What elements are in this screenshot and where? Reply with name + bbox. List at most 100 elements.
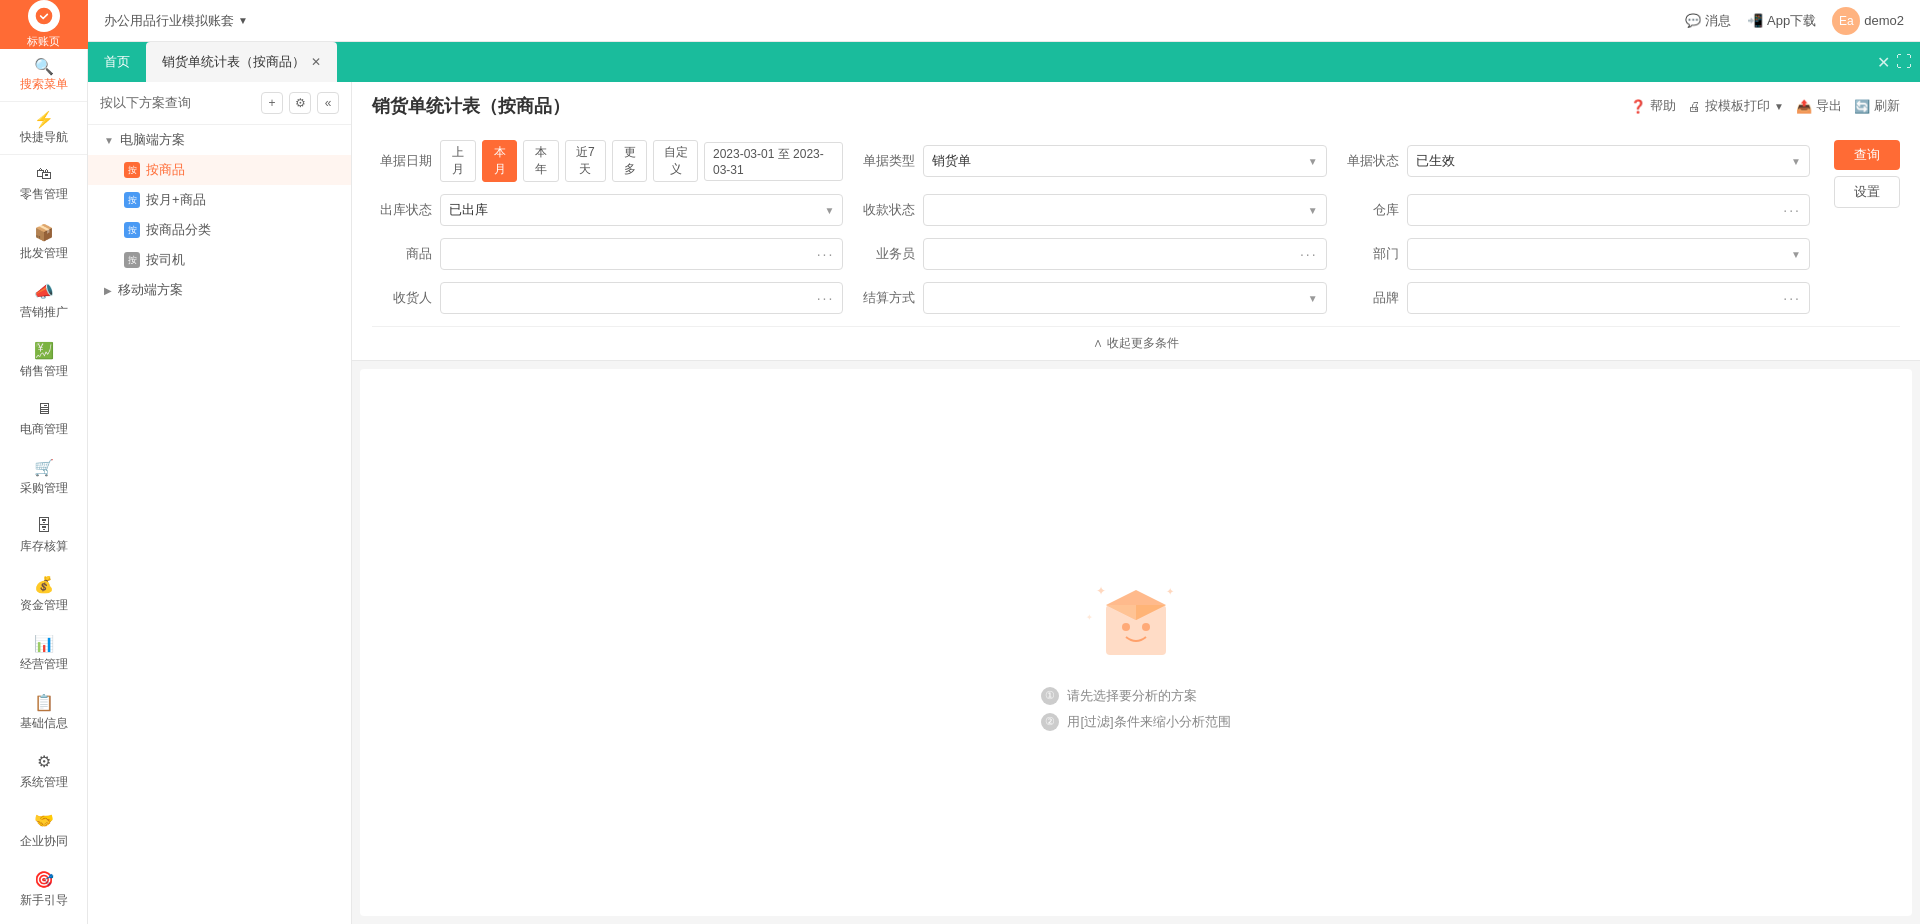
- main-area: 办公用品行业模拟账套 ▼ 💬 消息 📲 App下载 Ea demo2 首页: [88, 0, 1920, 924]
- left-panel: 按以下方案查询 + ⚙ « ▼ 电脑端方案 按 按商品 按 按月+商品: [88, 82, 352, 924]
- salesman-select[interactable]: ···: [923, 238, 1326, 270]
- svg-point-6: [1142, 623, 1150, 631]
- panel-add-icon[interactable]: +: [261, 92, 283, 114]
- tree-chevron-icon: ▼: [104, 135, 114, 146]
- workspace-selector[interactable]: 办公用品行业模拟账套 ▼: [104, 12, 248, 30]
- sidebar-item-search[interactable]: 🔍 搜索菜单: [0, 49, 87, 102]
- tree-section-mobile[interactable]: ▶ 移动端方案: [88, 275, 351, 305]
- order-status-caret-icon: ▼: [1791, 156, 1801, 167]
- stock-status-select[interactable]: 已出库 ▼: [440, 194, 843, 226]
- tab-controls: ✕ ⛶: [1877, 53, 1920, 72]
- user-menu[interactable]: Ea demo2: [1832, 7, 1904, 35]
- tab-report[interactable]: 销货单统计表（按商品） ✕: [146, 42, 337, 82]
- tabbar: 首页 销货单统计表（按商品） ✕ ✕ ⛶: [88, 42, 1920, 82]
- sidebar-item-newbie[interactable]: 🎯 新手引导: [0, 860, 87, 919]
- filter-col-date: 单据日期 上月 本月 本年 近7天 更多 自定义: [372, 140, 855, 182]
- help-icon: ❓: [1630, 99, 1646, 114]
- print-label: 按模板打印: [1705, 97, 1770, 115]
- date-btn-custom[interactable]: 自定义: [653, 140, 698, 182]
- sidebar-item-wholesale[interactable]: 📦 批发管理: [0, 213, 87, 272]
- panel-collapse-icon[interactable]: «: [317, 92, 339, 114]
- sidebar-item-inventory[interactable]: 🗄 库存核算: [0, 507, 87, 565]
- tab-close-icon[interactable]: ✕: [311, 55, 321, 69]
- tree-item-by-category[interactable]: 按 按商品分类: [88, 215, 351, 245]
- tree-item-by-driver[interactable]: 按 按司机: [88, 245, 351, 275]
- date-btn-7days[interactable]: 近7天: [565, 140, 606, 182]
- messages-button[interactable]: 💬 消息: [1685, 12, 1731, 30]
- salesman-label: 业务员: [855, 245, 923, 263]
- sidebar-item-purchase[interactable]: 🛒 采购管理: [0, 448, 87, 507]
- query-button[interactable]: 查询: [1834, 140, 1900, 170]
- sidebar-item-system[interactable]: ⚙ 系统管理: [0, 742, 87, 801]
- sidebar-item-retail[interactable]: 🛍 零售管理: [0, 155, 87, 213]
- empty-tip-1-text: 请先选择要分析的方案: [1067, 687, 1197, 705]
- filter-row-2: 出库状态 已出库 ▼ 收款状态: [372, 194, 1822, 226]
- collapse-icon: ∧: [1093, 336, 1106, 350]
- export-button[interactable]: 📤 导出: [1796, 97, 1842, 115]
- settlement-select[interactable]: ▼: [923, 282, 1326, 314]
- tab-home[interactable]: 首页: [88, 42, 146, 82]
- sidebar-item-quick-nav[interactable]: ⚡ 快捷导航: [0, 102, 87, 155]
- receiver-select[interactable]: ···: [440, 282, 843, 314]
- filter-col-settlement: 结算方式 ▼: [855, 282, 1338, 314]
- filter-row-3: 商品 ··· 业务员: [372, 238, 1822, 270]
- date-btn-this-month[interactable]: 本月: [482, 140, 518, 182]
- filter-col-payment-status: 收款状态 ▼: [855, 194, 1338, 226]
- date-btn-last-month[interactable]: 上月: [440, 140, 476, 182]
- page-title: 销货单统计表（按商品）: [372, 94, 570, 118]
- svg-text:✦: ✦: [1096, 584, 1106, 598]
- sidebar-item-sales[interactable]: 💹 销售管理: [0, 331, 87, 390]
- sidebar-item-enterprise[interactable]: 🤝 企业协同: [0, 801, 87, 860]
- badge-by-product: 按: [124, 162, 140, 178]
- department-caret-icon: ▼: [1791, 249, 1801, 260]
- receiver-dots-icon: ···: [817, 290, 835, 306]
- sidebar-item-marketing[interactable]: 📣 营销推广: [0, 272, 87, 331]
- sidebar-item-basic[interactable]: 📋 基础信息: [0, 683, 87, 742]
- app-download-button[interactable]: 📲 App下载: [1747, 12, 1816, 30]
- collapse-bar[interactable]: ∧ 收起更多条件: [372, 326, 1900, 360]
- order-type-caret-icon: ▼: [1308, 156, 1318, 167]
- warehouse-select[interactable]: ···: [1407, 194, 1810, 226]
- date-btn-this-year[interactable]: 本年: [523, 140, 559, 182]
- product-select[interactable]: ···: [440, 238, 843, 270]
- filter-main: 单据日期 上月 本月 本年 近7天 更多 自定义: [372, 140, 1822, 314]
- filter-col-salesman: 业务员 ···: [855, 238, 1338, 270]
- help-button[interactable]: ❓ 帮助: [1630, 97, 1676, 115]
- sidebar-item-ecommerce[interactable]: 🖥 电商管理: [0, 390, 87, 448]
- badge-category: 按: [124, 222, 140, 238]
- content: 按以下方案查询 + ⚙ « ▼ 电脑端方案 按 按商品 按 按月+商品: [88, 82, 1920, 924]
- tree-section-desktop[interactable]: ▼ 电脑端方案: [88, 125, 351, 155]
- panel-title: 按以下方案查询: [100, 94, 191, 112]
- tree-item-by-month-product[interactable]: 按 按月+商品: [88, 185, 351, 215]
- tree-item-by-product[interactable]: 按 按商品: [88, 155, 351, 185]
- panel-icons: + ⚙ «: [261, 92, 339, 114]
- svg-point-5: [1122, 623, 1130, 631]
- app-download-label: App下载: [1767, 12, 1816, 30]
- date-btn-more[interactable]: 更多: [612, 140, 648, 182]
- order-type-select[interactable]: 销货单 ▼: [923, 145, 1326, 177]
- empty-tip-2: ② 用[过滤]条件来缩小分析范围: [1041, 713, 1230, 731]
- tab-close-window-icon[interactable]: ✕: [1877, 53, 1890, 72]
- order-status-select[interactable]: 已生效 ▼: [1407, 145, 1810, 177]
- date-label: 单据日期: [372, 152, 440, 170]
- tab-maximize-icon[interactable]: ⛶: [1896, 53, 1912, 71]
- svg-point-0: [35, 8, 52, 25]
- refresh-button[interactable]: 🔄 刷新: [1854, 97, 1900, 115]
- sidebar-item-operations[interactable]: 📊 经营管理: [0, 624, 87, 683]
- payment-status-select[interactable]: ▼: [923, 194, 1326, 226]
- print-button[interactable]: 🖨 按模板打印 ▼: [1688, 97, 1784, 115]
- sidebar-item-apps[interactable]: 📱 应用中心: [0, 919, 87, 924]
- avatar: Ea: [1832, 7, 1860, 35]
- panel-settings-icon[interactable]: ⚙: [289, 92, 311, 114]
- empty-tip-2-text: 用[过滤]条件来缩小分析范围: [1067, 713, 1230, 731]
- filter-col-department: 部门 ▼: [1339, 238, 1822, 270]
- settlement-caret-icon: ▼: [1308, 293, 1318, 304]
- brand-select[interactable]: ···: [1407, 282, 1810, 314]
- stock-status-caret-icon: ▼: [824, 205, 834, 216]
- refresh-icon: 🔄: [1854, 99, 1870, 114]
- settings-button[interactable]: 设置: [1834, 176, 1900, 208]
- sidebar-item-finance[interactable]: 💰 资金管理: [0, 565, 87, 624]
- department-select[interactable]: ▼: [1407, 238, 1810, 270]
- sidebar-logo: 标账页: [0, 0, 88, 49]
- username-label: demo2: [1864, 13, 1904, 28]
